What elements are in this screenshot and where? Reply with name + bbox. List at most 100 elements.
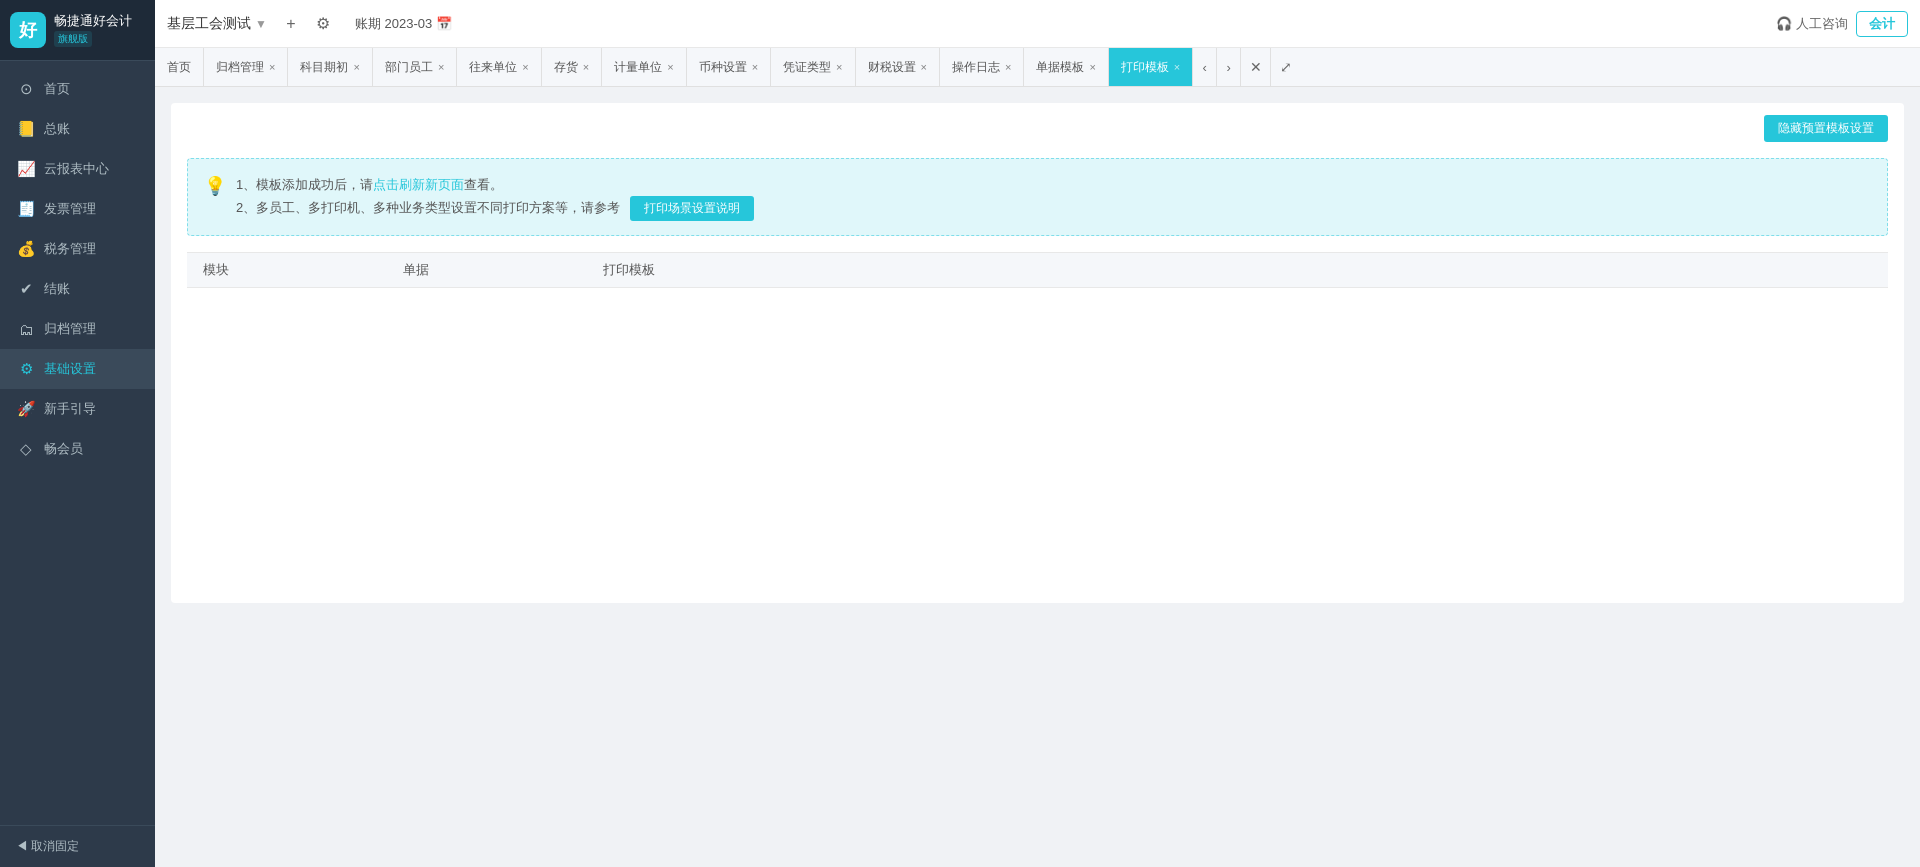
content-area: 隐藏预置模板设置 💡 1、模板添加成功后，请点击刷新新页面查看。 2、多员工、多… [155,87,1920,867]
tab-tax-settings[interactable]: 财税设置 × [856,48,940,86]
notice-text: 1、模板添加成功后，请点击刷新新页面查看。 2、多员工、多打印机、多种业务类型设… [236,173,1871,221]
sidebar-item-home[interactable]: ⊙ 首页 [0,69,155,109]
nav-label-archive-mgr: 归档管理 [44,320,96,338]
tab-close-single-template[interactable]: × [1089,61,1095,73]
period-info: 账期 2023-03 📅 [355,15,452,33]
tab-label-single-template: 单据模板 [1036,59,1084,76]
sidebar-nav: ⊙ 首页 📒 总账 📈 云报表中心 🧾 发票管理 💰 税务管理 ✔ 结账 🗂 归… [0,61,155,825]
tab-close-customer[interactable]: × [522,61,528,73]
tab-label-inventory: 存货 [554,59,578,76]
sidebar-item-basic-settings[interactable]: ⚙ 基础设置 [0,349,155,389]
tab-label-currency: 币种设置 [699,59,747,76]
nav-label-invoice: 发票管理 [44,200,96,218]
unpin-label: ◀ 取消固定 [16,838,79,855]
lightbulb-icon: 💡 [204,175,226,197]
logo-sub: 旗舰版 [54,31,92,47]
sidebar-item-tax[interactable]: 💰 税务管理 [0,229,155,269]
sidebar: 好 畅捷通好会计 旗舰版 ⊙ 首页 📒 总账 📈 云报表中心 🧾 发票管理 💰 … [0,0,155,867]
tab-close-operation-log[interactable]: × [1005,61,1011,73]
tab-close-print-template[interactable]: × [1174,61,1180,73]
tab-close-currency[interactable]: × [752,61,758,73]
tab-next-button[interactable]: › [1217,48,1241,86]
service-label: 人工咨询 [1796,15,1848,33]
logo-text: 畅捷通好会计 [54,13,132,30]
tab-close-unit[interactable]: × [667,61,673,73]
company-arrow-icon: ▼ [255,17,267,31]
sidebar-item-guide[interactable]: 🚀 新手引导 [0,389,155,429]
nav-icon-checkout: ✔ [16,279,36,299]
nav-label-basic-settings: 基础设置 [44,360,96,378]
content-inner: 隐藏预置模板设置 💡 1、模板添加成功后，请点击刷新新页面查看。 2、多员工、多… [171,103,1904,603]
account-label: 会计 [1869,16,1895,31]
notice-refresh-link[interactable]: 点击刷新新页面 [373,177,464,192]
sidebar-item-ledger[interactable]: 📒 总账 [0,109,155,149]
tab-prev-button[interactable]: ‹ [1193,48,1217,86]
col-doc-label: 单据 [403,262,429,277]
notice-line1-prefix: 1、模板添加成功后，请 [236,177,373,192]
sidebar-item-archive-mgr[interactable]: 🗂 归档管理 [0,309,155,349]
tab-label-operation-log: 操作日志 [952,59,1000,76]
settings-icon[interactable]: ⚙ [309,10,337,38]
tab-label-unit: 计量单位 [614,59,662,76]
tab-home[interactable]: 首页 [155,48,204,86]
print-scene-button[interactable]: 打印场景设置说明 [630,196,754,221]
nav-icon-tax: 💰 [16,239,36,259]
period-value: 2023-03 [385,16,433,31]
tab-customer[interactable]: 往来单位× [457,48,541,86]
tab-print-template[interactable]: 打印模板 × [1109,48,1193,86]
nav-label-tax: 税务管理 [44,240,96,258]
action-top-right: 隐藏预置模板设置 [171,103,1904,142]
tab-single-template[interactable]: 单据模板 × [1024,48,1108,86]
period-label: 账期 [355,15,381,33]
tab-operation-log[interactable]: 操作日志 × [940,48,1024,86]
print-scene-label: 打印场景设置说明 [644,201,740,215]
notice-line2: 2、多员工、多打印机、多种业务类型设置不同打印方案等，请参考 打印场景设置说明 [236,196,1871,221]
tab-close-inventory[interactable]: × [583,61,589,73]
sidebar-item-checkout[interactable]: ✔ 结账 [0,269,155,309]
tab-close-department[interactable]: × [438,61,444,73]
sidebar-item-report[interactable]: 📈 云报表中心 [0,149,155,189]
tab-close-subject[interactable]: × [353,61,359,73]
col-module-label: 模块 [203,262,229,277]
tab-inventory[interactable]: 存货 × [542,48,602,86]
tab-archive[interactable]: 归档管理 × [204,48,288,86]
tab-department[interactable]: 部门员工× [373,48,457,86]
nav-icon-archive-mgr: 🗂 [16,319,36,339]
hide-preset-label: 隐藏预置模板设置 [1778,121,1874,135]
tab-close-voucher-type[interactable]: × [836,61,842,73]
hide-preset-button[interactable]: 隐藏预置模板设置 [1764,115,1888,142]
company-selector[interactable]: 基层工会测试 ▼ [167,15,267,33]
tab-bar: 首页归档管理×科目期初×部门员工×往来单位×存货×计量单位×币种设置×凭证类型×… [155,48,1920,87]
tab-voucher-type[interactable]: 凭证类型× [771,48,855,86]
tab-currency[interactable]: 币种设置 × [687,48,771,86]
nav-icon-home: ⊙ [16,79,36,99]
calendar-icon[interactable]: 📅 [436,16,452,31]
tab-unit[interactable]: 计量单位 × [602,48,686,86]
tab-label-archive: 归档管理 [216,59,264,76]
nav-label-ledger: 总账 [44,120,70,138]
tab-expand-button[interactable]: ⤢ [1271,48,1301,86]
sidebar-item-member[interactable]: ◇ 畅会员 [0,429,155,469]
nav-icon-guide: 🚀 [16,399,36,419]
tab-close-all-button[interactable]: ✕ [1241,48,1271,86]
tab-close-archive[interactable]: × [269,61,275,73]
top-header: 基层工会测试 ▼ + ⚙ 账期 2023-03 📅 🎧 人工咨询 会计 [155,0,1920,48]
col-doc-header: 单据 [403,261,603,279]
company-name: 基层工会测试 [167,15,251,33]
service-button[interactable]: 🎧 人工咨询 [1776,15,1848,33]
header-right: 🎧 人工咨询 会计 [1776,11,1908,37]
tab-label-print-template: 打印模板 [1121,59,1169,76]
notice-banner: 💡 1、模板添加成功后，请点击刷新新页面查看。 2、多员工、多打印机、多种业务类… [187,158,1888,236]
tab-close-tax-settings[interactable]: × [921,61,927,73]
sidebar-item-invoice[interactable]: 🧾 发票管理 [0,189,155,229]
add-tab-button[interactable]: + [277,10,305,38]
tab-subject[interactable]: 科目期初 × [288,48,372,86]
tab-label-tax-settings: 财税设置 [868,59,916,76]
col-template-header: 打印模板 [603,261,1872,279]
sidebar-footer[interactable]: ◀ 取消固定 [0,825,155,867]
account-button[interactable]: 会计 [1856,11,1908,37]
nav-label-report: 云报表中心 [44,160,109,178]
col-template-label: 打印模板 [603,262,655,277]
tab-label-subject: 科目期初 [300,59,348,76]
col-module-header: 模块 [203,261,403,279]
